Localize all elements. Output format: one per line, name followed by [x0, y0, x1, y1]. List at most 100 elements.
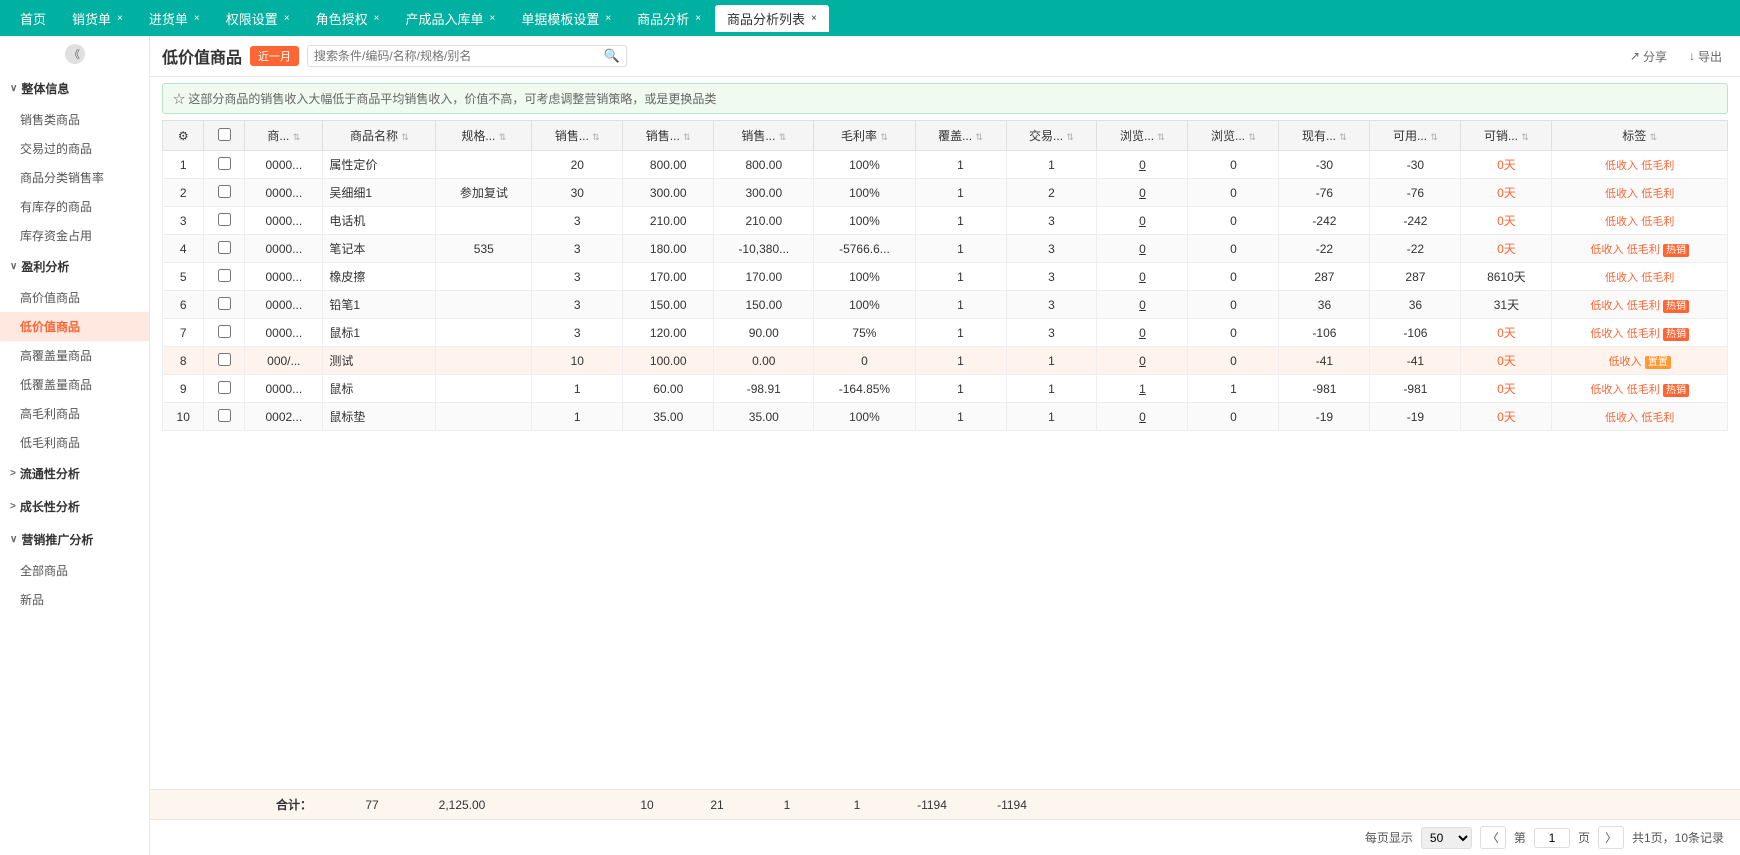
- sidebar-item-low-margin[interactable]: 低毛利商品: [0, 428, 149, 457]
- col-coverage[interactable]: 覆盖... ⇅: [915, 121, 1006, 151]
- nav-purchase[interactable]: 进货单 ×: [137, 5, 212, 32]
- cell-browse1[interactable]: 0: [1097, 151, 1188, 179]
- close-icon[interactable]: ×: [117, 13, 123, 24]
- sidebar-group-circulation[interactable]: > 流通性分析: [0, 457, 149, 490]
- nav-roles[interactable]: 角色授权 ×: [304, 5, 392, 32]
- nav-product-entry[interactable]: 产成品入库单 ×: [393, 5, 507, 32]
- cell-checkbox[interactable]: [204, 179, 245, 207]
- row-checkbox[interactable]: [218, 325, 231, 338]
- cell-browse1[interactable]: 0: [1097, 235, 1188, 263]
- nav-product-analysis-list[interactable]: 商品分析列表 ×: [715, 5, 829, 32]
- nav-permissions[interactable]: 权限设置 ×: [214, 5, 302, 32]
- col-browse2[interactable]: 浏览... ⇅: [1188, 121, 1279, 151]
- sidebar-item-low-value[interactable]: 低价值商品: [0, 312, 149, 341]
- sidebar-item-high-coverage[interactable]: 高覆盖量商品: [0, 341, 149, 370]
- close-icon[interactable]: ×: [284, 13, 290, 24]
- col-sales-qty[interactable]: 销售... ⇅: [532, 121, 623, 151]
- row-checkbox[interactable]: [218, 185, 231, 198]
- browse1-link[interactable]: 0: [1139, 298, 1146, 312]
- browse1-link[interactable]: 0: [1139, 242, 1146, 256]
- sidebar-item-new-products[interactable]: 新品: [0, 585, 149, 614]
- browse1-link[interactable]: 0: [1139, 354, 1146, 368]
- cell-browse1[interactable]: 0: [1097, 263, 1188, 291]
- nav-template[interactable]: 单据模板设置 ×: [509, 5, 623, 32]
- sidebar-group-overall[interactable]: ∨ 整体信息: [0, 72, 149, 105]
- cell-checkbox[interactable]: [204, 319, 245, 347]
- browse1-link[interactable]: 0: [1139, 326, 1146, 340]
- sidebar-item-traded-products[interactable]: 交易过的商品: [0, 134, 149, 163]
- col-current-stock[interactable]: 现有... ⇅: [1279, 121, 1370, 151]
- cell-browse1[interactable]: 0: [1097, 207, 1188, 235]
- sidebar-item-sales-products[interactable]: 销售类商品: [0, 105, 149, 134]
- row-checkbox[interactable]: [218, 269, 231, 282]
- sidebar-item-high-margin[interactable]: 高毛利商品: [0, 399, 149, 428]
- next-page-btn[interactable]: 〉: [1598, 826, 1624, 849]
- close-icon[interactable]: ×: [695, 13, 701, 24]
- cell-browse1[interactable]: 0: [1097, 347, 1188, 375]
- col-sales-price[interactable]: 销售... ⇅: [623, 121, 714, 151]
- row-checkbox[interactable]: [218, 409, 231, 422]
- cell-checkbox[interactable]: [204, 151, 245, 179]
- share-btn[interactable]: ↗ 分享: [1624, 45, 1673, 68]
- close-icon[interactable]: ×: [605, 13, 611, 24]
- browse1-link[interactable]: 0: [1139, 186, 1146, 200]
- sidebar-item-high-value[interactable]: 高价值商品: [0, 283, 149, 312]
- browse1-link[interactable]: 0: [1139, 214, 1146, 228]
- browse1-link[interactable]: 0: [1139, 270, 1146, 284]
- col-spec[interactable]: 规格... ⇅: [436, 121, 532, 151]
- cell-checkbox[interactable]: [204, 375, 245, 403]
- search-icon[interactable]: 🔍: [604, 48, 620, 64]
- col-sales-amount[interactable]: 销售... ⇅: [714, 121, 814, 151]
- time-tag-btn[interactable]: 近一月: [250, 46, 299, 66]
- cell-checkbox[interactable]: [204, 291, 245, 319]
- sidebar-group-growth[interactable]: > 成长性分析: [0, 490, 149, 523]
- sidebar-group-marketing[interactable]: ∨ 营销推广分析: [0, 523, 149, 556]
- per-page-select[interactable]: 50 100 200: [1421, 827, 1472, 849]
- col-name[interactable]: 商品名称 ⇅: [323, 121, 436, 151]
- browse1-link[interactable]: 0: [1139, 410, 1146, 424]
- close-icon[interactable]: ×: [374, 13, 380, 24]
- cell-checkbox[interactable]: [204, 207, 245, 235]
- browse1-link[interactable]: 0: [1139, 158, 1146, 172]
- col-tag[interactable]: 标签 ⇅: [1552, 121, 1728, 151]
- sidebar-item-low-coverage[interactable]: 低覆盖量商品: [0, 370, 149, 399]
- row-checkbox[interactable]: [218, 241, 231, 254]
- col-gross-margin[interactable]: 毛利率 ⇅: [814, 121, 915, 151]
- search-input[interactable]: [314, 49, 600, 63]
- prev-page-btn[interactable]: 〈: [1480, 826, 1506, 849]
- col-transaction[interactable]: 交易... ⇅: [1006, 121, 1097, 151]
- close-icon[interactable]: ×: [194, 13, 200, 24]
- cell-checkbox[interactable]: [204, 235, 245, 263]
- sidebar-item-all-products[interactable]: 全部商品: [0, 556, 149, 585]
- row-checkbox[interactable]: [218, 157, 231, 170]
- col-saleable[interactable]: 可销... ⇅: [1461, 121, 1552, 151]
- export-btn[interactable]: ↓ 导出: [1683, 45, 1728, 68]
- col-checkbox[interactable]: [204, 121, 245, 151]
- sidebar-item-stock-funds[interactable]: 库存资金占用: [0, 221, 149, 250]
- select-all-checkbox[interactable]: [218, 128, 231, 141]
- sidebar-collapse-btn[interactable]: 《: [65, 44, 85, 64]
- close-icon[interactable]: ×: [489, 13, 495, 24]
- row-checkbox[interactable]: [218, 381, 231, 394]
- col-code[interactable]: 商... ⇅: [245, 121, 323, 151]
- cell-browse1[interactable]: 0: [1097, 291, 1188, 319]
- cell-checkbox[interactable]: [204, 347, 245, 375]
- row-checkbox[interactable]: [218, 297, 231, 310]
- cell-browse1[interactable]: 0: [1097, 179, 1188, 207]
- cell-checkbox[interactable]: [204, 263, 245, 291]
- cell-browse1[interactable]: 0: [1097, 403, 1188, 431]
- row-checkbox[interactable]: [218, 213, 231, 226]
- nav-product-analysis[interactable]: 商品分析 ×: [625, 5, 713, 32]
- close-icon[interactable]: ×: [811, 13, 817, 24]
- cell-browse1[interactable]: 0: [1097, 319, 1188, 347]
- browse1-link[interactable]: 1: [1139, 382, 1146, 396]
- cell-browse1[interactable]: 1: [1097, 375, 1188, 403]
- nav-sales[interactable]: 销货单 ×: [60, 5, 135, 32]
- col-available[interactable]: 可用... ⇅: [1370, 121, 1461, 151]
- sidebar-item-category-rate[interactable]: 商品分类销售率: [0, 163, 149, 192]
- col-browse1[interactable]: 浏览... ⇅: [1097, 121, 1188, 151]
- cell-checkbox[interactable]: [204, 403, 245, 431]
- page-input[interactable]: [1534, 828, 1570, 848]
- sidebar-group-profit[interactable]: ∨ 盈利分析: [0, 250, 149, 283]
- sidebar-item-stock-products[interactable]: 有库存的商品: [0, 192, 149, 221]
